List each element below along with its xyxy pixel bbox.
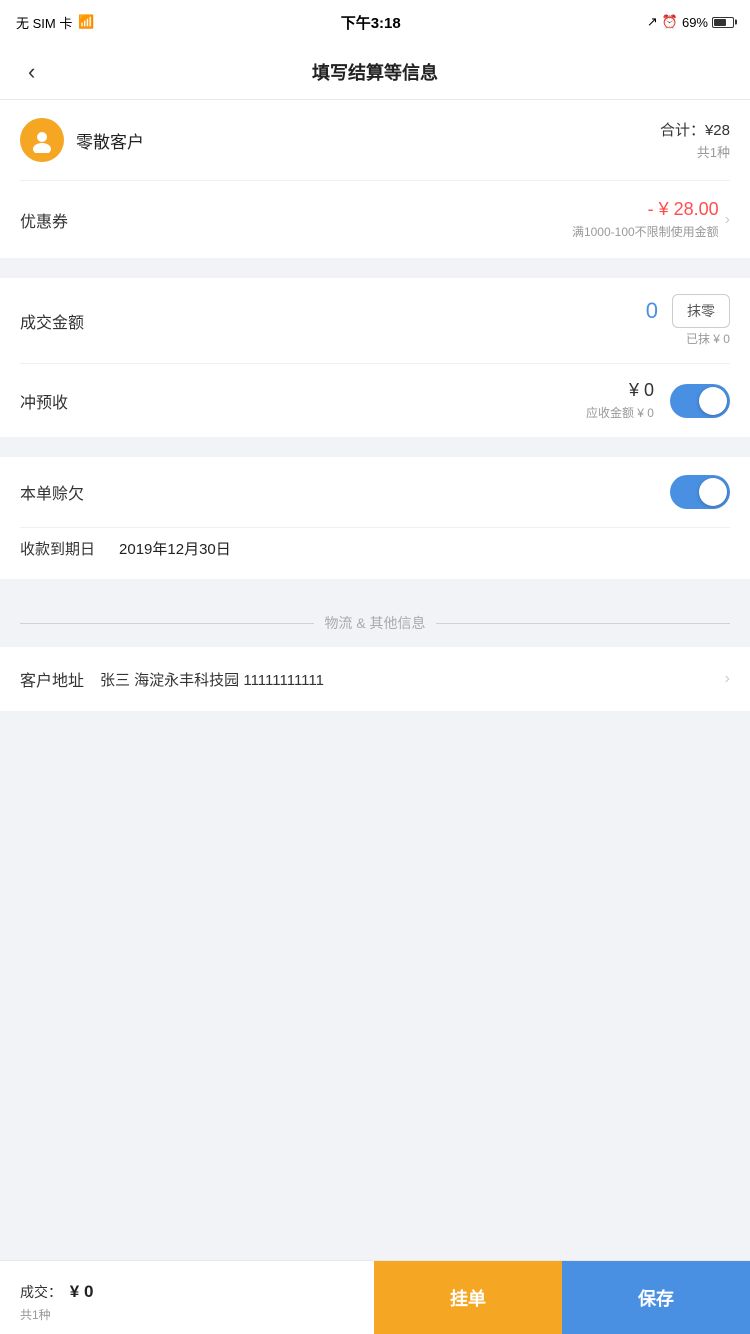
prepay-toggle[interactable] (670, 384, 730, 418)
footer-deal-line: 成交： ¥ 0 (20, 1272, 354, 1304)
status-left: 无 SIM 卡 📶 (16, 13, 95, 32)
no-sim-text: 无 SIM 卡 (16, 13, 72, 32)
debt-toggle[interactable] (670, 475, 730, 509)
bottom-spacer (0, 721, 750, 801)
address-card: 客户地址 张三 海淀永丰科技园 11111111111 › (0, 647, 750, 711)
battery-percent: 69% (682, 15, 708, 30)
due-date-label: 收款到期日 (20, 538, 95, 559)
alarm-icon: ⏰ (662, 14, 678, 30)
address-row[interactable]: 客户地址 张三 海淀永丰科技园 11111111111 › (20, 647, 730, 711)
deal-amount-row: 成交金额 0 抹零 已抹 ¥ 0 (20, 278, 730, 364)
prepay-main-amount: ¥ 0 (586, 380, 654, 401)
debt-toggle-thumb (699, 478, 727, 506)
prepay-sub-amount: 应收金额 ¥ 0 (586, 404, 654, 421)
main-content: 零散客户 合计：¥28 共1种 优惠券 - ¥ 28.00 满1000-100不… (0, 100, 750, 875)
avatar (20, 118, 64, 162)
prepay-row: 冲预收 ¥ 0 应收金额 ¥ 0 (20, 364, 730, 437)
toggle-thumb (699, 387, 727, 415)
location-icon: ↗ (647, 14, 658, 30)
customer-right: 合计：¥28 共1种 (660, 119, 730, 161)
coupon-chevron-icon: › (725, 211, 730, 229)
section-gap-3 (0, 589, 750, 599)
due-date-row: 收款到期日 2019年12月30日 (20, 528, 730, 579)
wifi-icon: 📶 (78, 14, 94, 30)
total-count: 共1种 (660, 142, 730, 161)
debt-card: 本单赊欠 收款到期日 2019年12月30日 (0, 457, 750, 579)
coupon-desc: 满1000-100不限制使用金额 (572, 223, 719, 240)
section-gap-2 (0, 447, 750, 457)
debt-row: 本单赊欠 (20, 457, 730, 527)
status-right: ↗ ⏰ 69% (647, 14, 734, 30)
status-time: 下午3:18 (341, 12, 401, 33)
status-bar: 无 SIM 卡 📶 下午3:18 ↗ ⏰ 69% (0, 0, 750, 44)
footer: 成交： ¥ 0 共1种 挂单 保存 (0, 1260, 750, 1334)
save-button[interactable]: 保存 (562, 1261, 750, 1334)
hang-order-button[interactable]: 挂单 (374, 1261, 562, 1334)
coupon-right: - ¥ 28.00 满1000-100不限制使用金额 (572, 199, 719, 240)
customer-name: 零散客户 (76, 128, 144, 153)
back-button[interactable]: ‹ (20, 51, 43, 93)
customer-row: 零散客户 合计：¥28 共1种 (20, 100, 730, 180)
prepay-right: ¥ 0 应收金额 ¥ 0 (586, 380, 730, 421)
address-label: 客户地址 (20, 667, 90, 691)
nav-bar: ‹ 填写结算等信息 (0, 44, 750, 100)
deal-amount-sub: 已抹 ¥ 0 (628, 330, 730, 347)
round-zero-button[interactable]: 抹零 (672, 294, 730, 328)
footer-info: 成交： ¥ 0 共1种 (0, 1272, 374, 1323)
logistics-line-left (20, 623, 314, 624)
prepay-label: 冲预收 (20, 389, 68, 413)
footer-deal-label: 成交： (20, 1284, 62, 1300)
customer-left: 零散客户 (20, 118, 144, 162)
battery-icon (712, 17, 734, 28)
logistics-line-right (436, 623, 730, 624)
deal-amount-right: 0 抹零 (628, 294, 730, 328)
address-chevron-icon: › (725, 670, 730, 688)
section-gap-1 (0, 268, 750, 278)
address-value: 张三 海淀永丰科技园 11111111111 (100, 669, 715, 690)
total-amount: 合计：¥28 (660, 119, 730, 140)
coupon-discount: - ¥ 28.00 (572, 199, 719, 220)
coupon-label: 优惠券 (20, 208, 68, 232)
debt-label: 本单赊欠 (20, 480, 84, 504)
footer-count: 共1种 (20, 1306, 354, 1323)
logistics-section: 物流 & 其他信息 (0, 599, 750, 647)
transaction-card: 成交金额 0 抹零 已抹 ¥ 0 冲预收 ¥ 0 应收金额 ¥ 0 (0, 278, 750, 437)
deal-amount-value[interactable]: 0 (628, 298, 658, 324)
footer-deal-amount: ¥ 0 (70, 1282, 94, 1301)
deal-amount-label: 成交金额 (20, 309, 84, 333)
prepay-amounts: ¥ 0 应收金额 ¥ 0 (586, 380, 654, 421)
page-title: 填写结算等信息 (312, 59, 438, 85)
customer-card: 零散客户 合计：¥28 共1种 优惠券 - ¥ 28.00 满1000-100不… (0, 100, 750, 258)
logistics-label: 物流 & 其他信息 (324, 613, 425, 633)
due-date-value[interactable]: 2019年12月30日 (119, 538, 231, 559)
coupon-row[interactable]: 优惠券 - ¥ 28.00 满1000-100不限制使用金额 › (20, 181, 730, 258)
